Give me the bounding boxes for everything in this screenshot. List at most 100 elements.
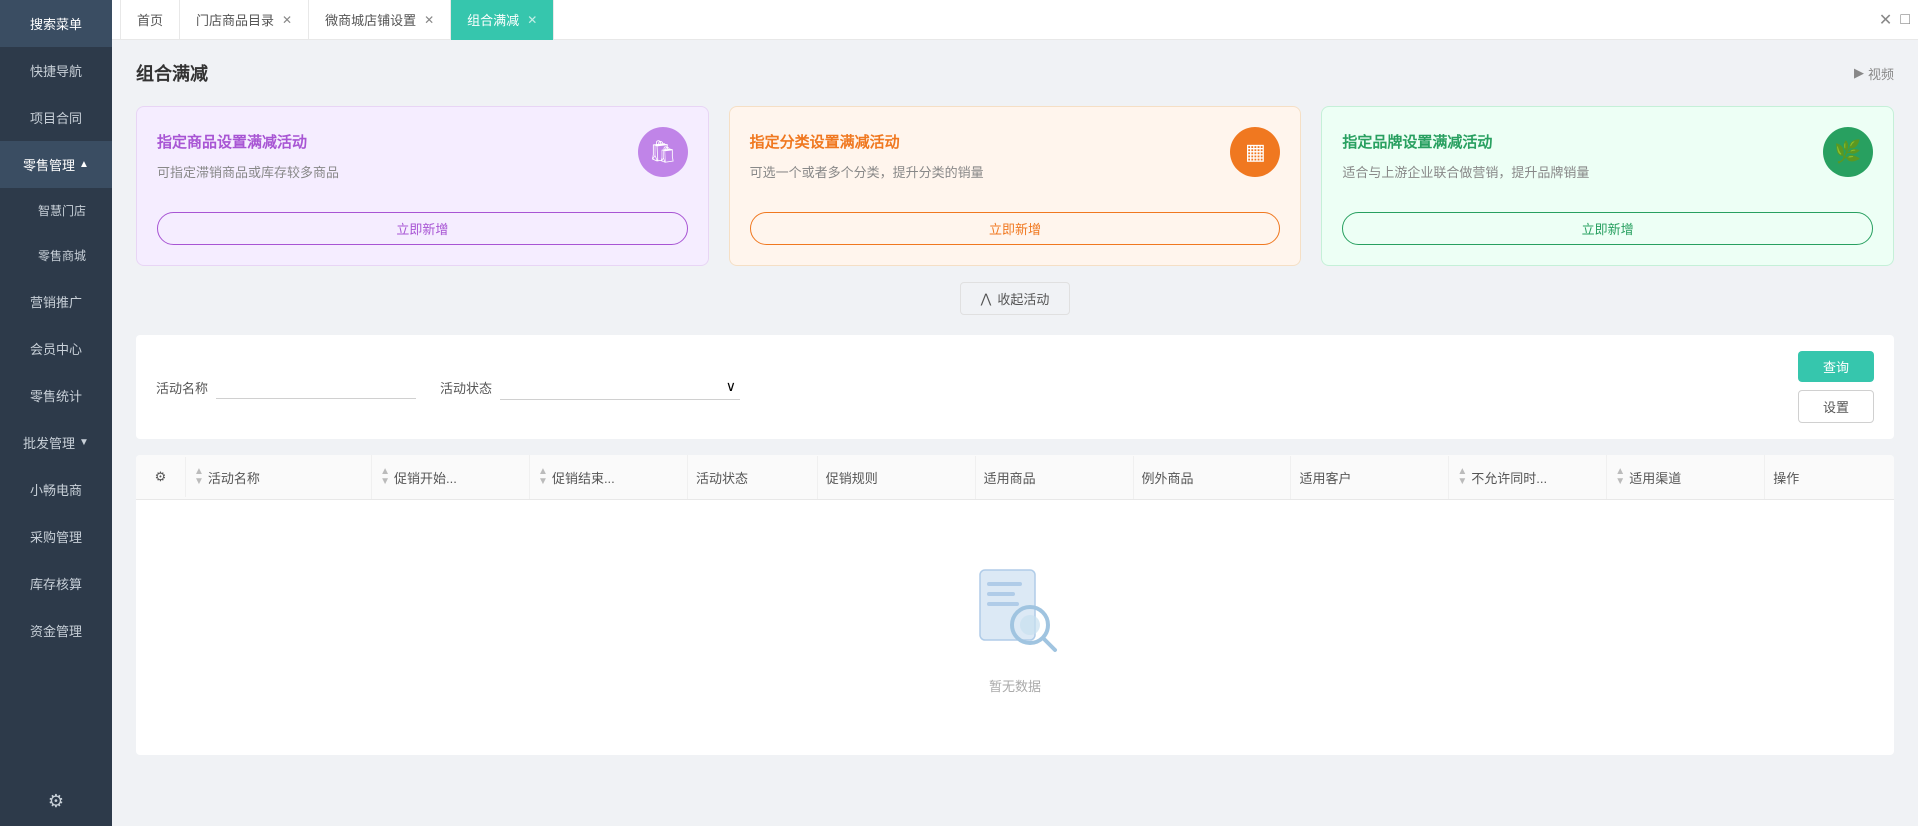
product-activity-card: 🛍 指定商品设置满减活动 可指定滞销商品或库存较多商品 立即新增 — [136, 106, 709, 266]
sidebar-item-wholesale-mgmt[interactable]: 批发管理 ▼ — [0, 419, 112, 466]
page-header: 组合满减 ▶ 视频 — [136, 60, 1894, 86]
settings-icon: ⚙ — [155, 469, 167, 485]
product-card-desc: 可指定滞销商品或库存较多商品 — [157, 162, 688, 196]
tab-combo-discount-label: 组合满减 — [467, 10, 519, 29]
sidebar-item-label: 库存核算 — [30, 577, 82, 592]
close-window-icon[interactable]: ✕ — [1879, 10, 1892, 30]
th-end[interactable]: ▲▼ 促销结束... — [530, 455, 688, 499]
filter-status-select[interactable]: ∨ — [500, 374, 740, 400]
sidebar-item-label: 批发管理 — [23, 433, 75, 452]
empty-text: 暂无数据 — [156, 676, 1874, 695]
th-sort-icon: ▲▼ — [380, 467, 390, 487]
collapse-label: 收起活动 — [997, 289, 1049, 308]
th-start[interactable]: ▲▼ 促销开始... — [372, 455, 530, 499]
sidebar-item-smart-store[interactable]: 智慧门店 — [0, 188, 112, 233]
video-link[interactable]: ▶ 视频 — [1854, 64, 1894, 83]
filter-status-item: 活动状态 ∨ — [440, 374, 740, 400]
product-card-title: 指定商品设置满减活动 — [157, 131, 688, 152]
sidebar-item-label: 快捷导航 — [30, 64, 82, 79]
sidebar-item-label: 零售商城 — [38, 249, 86, 263]
filter-name-label: 活动名称 — [156, 378, 208, 397]
th-status: 活动状态 — [688, 456, 818, 499]
product-card-add-button[interactable]: 立即新增 — [157, 212, 688, 245]
sidebar-item-marketing[interactable]: 营销推广 — [0, 278, 112, 325]
filter-name-item: 活动名称 — [156, 375, 416, 399]
play-circle-icon: ▶ — [1854, 65, 1864, 81]
tab-store-catalog[interactable]: 门店商品目录 ✕ — [180, 0, 309, 40]
sidebar-item-retail-mall[interactable]: 零售商城 — [0, 233, 112, 278]
brand-activity-card: 🌿 指定品牌设置满减活动 适合与上游企业联合做营销，提升品牌销量 立即新增 — [1321, 106, 1894, 266]
video-label: 视频 — [1868, 64, 1894, 83]
sidebar-item-label: 项目合同 — [30, 111, 82, 126]
th-except-goods: 例外商品 — [1134, 456, 1292, 499]
filter-name-input[interactable] — [216, 375, 416, 399]
th-sort-icon: ▲▼ — [538, 467, 548, 487]
page-title: 组合满减 — [136, 60, 208, 86]
filter-actions: 查询 设置 — [1798, 351, 1874, 423]
bag-icon: 🛍 — [638, 127, 688, 177]
sidebar-item-label: 零售管理 — [23, 155, 75, 174]
tab-wechat-store-label: 微商城店铺设置 — [325, 10, 416, 29]
collapse-button[interactable]: ⋀ 收起活动 — [960, 282, 1071, 315]
tab-home-label: 首页 — [137, 10, 163, 29]
sidebar-item-label: 采购管理 — [30, 530, 82, 545]
tab-combo-discount[interactable]: 组合满减 ✕ — [451, 0, 554, 40]
category-card-desc: 可选一个或者多个分类，提升分类的销量 — [750, 162, 1281, 196]
empty-state: 暂无数据 — [136, 500, 1894, 755]
gear-icon: ⚙ — [48, 791, 64, 811]
sidebar-item-quick-nav[interactable]: 快捷导航 — [0, 47, 112, 94]
tab-home[interactable]: 首页 — [120, 0, 180, 40]
th-channel[interactable]: ▲▼ 适用渠道 — [1607, 455, 1765, 499]
th-action: 操作 — [1765, 456, 1894, 499]
tab-wechat-store-settings[interactable]: 微商城店铺设置 ✕ — [309, 0, 451, 40]
th-exclusive[interactable]: ▲▼ 不允许同时... — [1449, 455, 1607, 499]
search-menu-label: 搜索菜单 — [30, 17, 82, 32]
window-controls: ✕ □ — [1879, 10, 1910, 30]
sidebar-item-retail-mgmt[interactable]: 零售管理 ▲ — [0, 141, 112, 188]
sidebar-item-finance-mgmt[interactable]: 资金管理 — [0, 607, 112, 654]
grid-icon: ▦ — [1230, 127, 1280, 177]
th-sort-icon: ▲▼ — [194, 467, 204, 487]
sidebar-item-label: 会员中心 — [30, 342, 82, 357]
collapse-bar: ⋀ 收起活动 — [136, 282, 1894, 315]
sidebar-item-label: 营销推广 — [30, 295, 82, 310]
th-settings[interactable]: ⚙ — [136, 457, 186, 497]
brand-card-add-button[interactable]: 立即新增 — [1342, 212, 1873, 245]
close-icon[interactable]: ✕ — [424, 13, 434, 27]
chevron-down-icon: ∨ — [726, 378, 736, 395]
data-table: ⚙ ▲▼ 活动名称 ▲▼ 促销开始... ▲▼ 促销结束... 活动状态 — [136, 455, 1894, 755]
query-button[interactable]: 查询 — [1798, 351, 1874, 382]
empty-illustration — [965, 560, 1065, 660]
th-name[interactable]: ▲▼ 活动名称 — [186, 455, 372, 499]
close-icon[interactable]: ✕ — [527, 13, 537, 27]
th-sort-icon: ▲▼ — [1615, 467, 1625, 487]
tab-bar: 首页 门店商品目录 ✕ 微商城店铺设置 ✕ 组合满减 ✕ ✕ □ — [112, 0, 1918, 40]
brand-card-title: 指定品牌设置满减活动 — [1342, 131, 1873, 152]
close-icon[interactable]: ✕ — [282, 13, 292, 27]
sidebar: 搜索菜单 快捷导航 项目合同 零售管理 ▲ 智慧门店 零售商城 营销推广 会员中… — [0, 0, 112, 826]
sidebar-search[interactable]: 搜索菜单 — [0, 0, 112, 47]
maximize-window-icon[interactable]: □ — [1900, 11, 1910, 29]
sidebar-item-purchase-mgmt[interactable]: 采购管理 — [0, 513, 112, 560]
sidebar-item-member-center[interactable]: 会员中心 — [0, 325, 112, 372]
leaf-icon: 🌿 — [1823, 127, 1873, 177]
sidebar-item-label: 智慧门店 — [38, 204, 86, 218]
settings-button[interactable]: 设置 — [1798, 390, 1874, 423]
sidebar-item-inventory-calc[interactable]: 库存核算 — [0, 560, 112, 607]
category-card-add-button[interactable]: 立即新增 — [750, 212, 1281, 245]
brand-card-desc: 适合与上游企业联合做营销，提升品牌销量 — [1342, 162, 1873, 196]
content-area: 组合满减 ▶ 视频 🛍 指定商品设置满减活动 可指定滞销商品或库存较多商品 立即… — [112, 40, 1918, 826]
filter-status-label: 活动状态 — [440, 378, 492, 397]
activity-cards: 🛍 指定商品设置满减活动 可指定滞销商品或库存较多商品 立即新增 ▦ 指定分类设… — [136, 106, 1894, 266]
arrow-down-icon: ▼ — [79, 437, 89, 448]
table-header: ⚙ ▲▼ 活动名称 ▲▼ 促销开始... ▲▼ 促销结束... 活动状态 — [136, 455, 1894, 500]
sidebar-item-xiochang-ecom[interactable]: 小畅电商 — [0, 466, 112, 513]
sidebar-item-label: 小畅电商 — [30, 483, 82, 498]
sidebar-item-retail-stats[interactable]: 零售统计 — [0, 372, 112, 419]
sidebar-item-label: 资金管理 — [30, 624, 82, 639]
sidebar-item-project-contract[interactable]: 项目合同 — [0, 94, 112, 141]
sidebar-settings[interactable]: ⚙ — [0, 777, 112, 826]
th-customer: 适用客户 — [1291, 456, 1449, 499]
tab-store-catalog-label: 门店商品目录 — [196, 10, 274, 29]
sidebar-item-label: 零售统计 — [30, 389, 82, 404]
